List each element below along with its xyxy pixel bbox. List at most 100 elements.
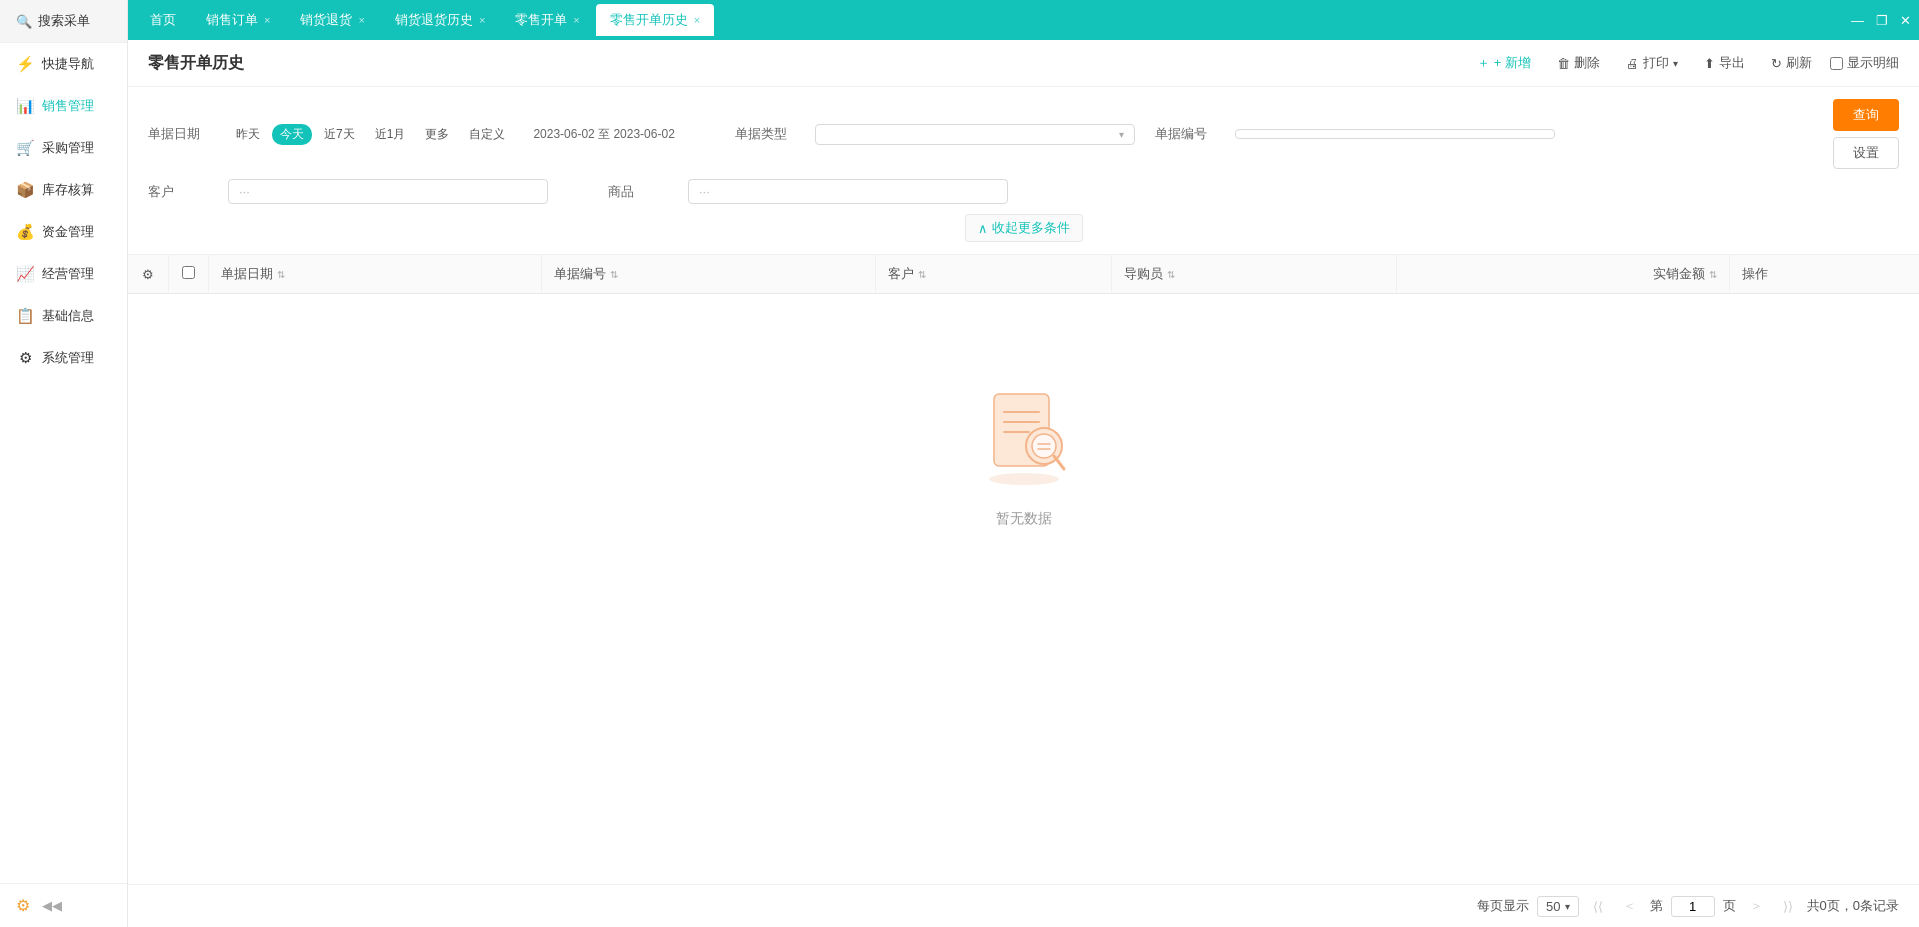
search-icon: 🔍 — [16, 14, 32, 29]
main-area: 首页 销售订单 × 销货退货 × 销货退货历史 × 零售开单 × 零售开单历史 × — ❐ ✕ 零售… — [128, 0, 1919, 927]
sidebar-label-operations: 经营管理 — [42, 265, 94, 283]
tab-label-retail-open-history: 零售开单历史 — [610, 11, 688, 29]
query-btns: 查询 设置 — [1833, 99, 1899, 169]
date-btn-more[interactable]: 更多 — [417, 124, 457, 145]
pagination-bar: 每页显示 50 ▾ ⟨⟨ ＜ 第 页 ＞ ⟩⟩ 共0页，0条记录 — [128, 884, 1919, 927]
display-cols-toggle[interactable]: 显示明细 — [1830, 54, 1899, 72]
minimize-btn[interactable]: — — [1851, 13, 1864, 28]
sidebar-item-base-info[interactable]: 📋 基础信息 — [0, 295, 127, 337]
settings-button[interactable]: 设置 — [1833, 137, 1899, 169]
page-number-input[interactable] — [1671, 896, 1715, 917]
restore-btn[interactable]: ❐ — [1876, 13, 1888, 28]
tab-label-retail-open: 零售开单 — [515, 11, 567, 29]
nav-tab-sales-return[interactable]: 销货退货 × — [286, 4, 378, 36]
tab-label-sales-order: 销售订单 — [206, 11, 258, 29]
sort-amount-icon: ⇅ — [1709, 269, 1717, 280]
th-checkbox[interactable] — [168, 255, 208, 294]
last-page-btn[interactable]: ⟩⟩ — [1777, 897, 1799, 916]
export-button[interactable]: ⬆ 导出 — [1696, 50, 1753, 76]
first-page-btn[interactable]: ⟨⟨ — [1587, 897, 1609, 916]
goods-label: 商品 — [608, 183, 668, 201]
delete-button[interactable]: 🗑 删除 — [1549, 50, 1608, 76]
nav-tab-retail-open[interactable]: 零售开单 × — [501, 4, 593, 36]
per-page-dropdown-icon: ▾ — [1565, 901, 1570, 912]
sort-docno[interactable]: 单据编号 ⇅ — [554, 265, 863, 283]
table-header-row: ⚙ 单据日期 ⇅ 单据编号 — [128, 255, 1919, 294]
sort-guide-icon: ⇅ — [1167, 269, 1175, 280]
collapse-sidebar-icon[interactable]: ◀◀ — [42, 898, 62, 913]
date-btn-last1month[interactable]: 近1月 — [367, 124, 414, 145]
tab-close-retail-open[interactable]: × — [573, 15, 579, 26]
sort-customer[interactable]: 客户 ⇅ — [888, 265, 1099, 283]
sort-date[interactable]: 单据日期 ⇅ — [221, 265, 530, 283]
sidebar-label-purchase-mgmt: 采购管理 — [42, 139, 94, 157]
filter-row-2: 客户 ··· 商品 ··· — [148, 179, 1899, 204]
collapse-up-icon: ∧ — [978, 221, 988, 236]
settings-bottom-icon[interactable]: ⚙ — [16, 896, 30, 915]
refresh-button[interactable]: ↻ 刷新 — [1763, 50, 1820, 76]
doc-type-dropdown-icon: ▾ — [1119, 129, 1124, 140]
tab-close-sales-order[interactable]: × — [264, 15, 270, 26]
sidebar-search-label: 搜索采单 — [38, 12, 90, 30]
page-header: 零售开单历史 ＋ + 新增 🗑 删除 🖨 打印 ▾ ⬆ 导出 — [128, 40, 1919, 87]
tab-close-retail-open-history[interactable]: × — [694, 15, 700, 26]
print-button[interactable]: 🖨 打印 ▾ — [1618, 50, 1686, 76]
tab-close-sales-return[interactable]: × — [358, 15, 364, 26]
doc-type-select[interactable]: ▾ — [815, 124, 1135, 145]
doc-no-input[interactable] — [1235, 129, 1555, 139]
print-dropdown-icon: ▾ — [1673, 58, 1678, 69]
tab-label-home: 首页 — [150, 11, 176, 29]
export-icon: ⬆ — [1704, 56, 1715, 71]
collapse-btn[interactable]: ∧ 收起更多条件 — [965, 214, 1083, 242]
nav-tab-sales-order[interactable]: 销售订单 × — [192, 4, 284, 36]
date-btn-yesterday[interactable]: 昨天 — [228, 124, 268, 145]
table-container: ⚙ 单据日期 ⇅ 单据编号 — [128, 255, 1919, 884]
close-window-btn[interactable]: ✕ — [1900, 13, 1911, 28]
refresh-icon: ↻ — [1771, 56, 1782, 71]
per-page-select[interactable]: 50 ▾ — [1537, 896, 1578, 917]
sidebar-item-sys-mgmt[interactable]: ⚙系统管理 — [0, 337, 127, 379]
display-cols-checkbox[interactable] — [1830, 57, 1843, 70]
th-settings[interactable]: ⚙ — [128, 255, 168, 294]
date-filter-btns: 昨天 今天 近7天 近1月 更多 自定义 — [228, 124, 513, 145]
sidebar-item-quick-nav[interactable]: ⚡快捷导航 — [0, 43, 127, 85]
svg-point-0 — [989, 473, 1059, 485]
nav-tab-home[interactable]: 首页 — [136, 4, 190, 36]
date-label: 单据日期 — [148, 125, 208, 143]
sidebar-icon-base-info: 📋 — [16, 307, 34, 325]
query-button[interactable]: 查询 — [1833, 99, 1899, 131]
sort-date-icon: ⇅ — [277, 269, 285, 280]
top-nav-right: — ❐ ✕ — [1851, 13, 1911, 28]
tab-close-sales-return-history[interactable]: × — [479, 15, 485, 26]
sidebar-item-operations[interactable]: 📈经营管理 — [0, 253, 127, 295]
sort-amount[interactable]: 实销金额 ⇅ — [1409, 265, 1718, 283]
customer-input[interactable]: ··· — [228, 179, 548, 204]
sidebar-bottom: ⚙ ◀◀ — [0, 883, 127, 927]
sidebar-item-purchase-mgmt[interactable]: 🛒采购管理 — [0, 127, 127, 169]
nav-tab-retail-open-history[interactable]: 零售开单历史 × — [596, 4, 714, 36]
settings-icon[interactable]: ⚙ — [142, 267, 154, 282]
sidebar-item-inventory[interactable]: 📦库存核算 — [0, 169, 127, 211]
prev-page-btn[interactable]: ＜ — [1617, 895, 1642, 917]
goods-input[interactable]: ··· — [688, 179, 1008, 204]
date-btn-last7[interactable]: 近7天 — [316, 124, 363, 145]
page-title: 零售开单历史 — [148, 53, 244, 74]
date-btn-custom[interactable]: 自定义 — [461, 124, 513, 145]
sidebar-item-finance[interactable]: 💰资金管理 — [0, 211, 127, 253]
sort-docno-icon: ⇅ — [610, 269, 618, 280]
svg-line-8 — [1054, 456, 1064, 469]
tab-label-sales-return-history: 销货退货历史 — [395, 11, 473, 29]
add-button[interactable]: ＋ + 新增 — [1469, 50, 1539, 76]
th-customer-label: 客户 — [888, 265, 914, 283]
sidebar-item-sales-mgmt[interactable]: 📊销售管理 — [0, 85, 127, 127]
sidebar-label-base-info: 基础信息 — [42, 307, 94, 325]
sidebar-search[interactable]: 🔍 搜索采单 — [0, 0, 127, 43]
sidebar-label-sales-mgmt: 销售管理 — [42, 97, 94, 115]
next-page-btn[interactable]: ＞ — [1744, 895, 1769, 917]
goods-placeholder: ··· — [699, 184, 710, 199]
date-btn-today[interactable]: 今天 — [272, 124, 312, 145]
sort-guide[interactable]: 导购员 ⇅ — [1124, 265, 1384, 283]
tab-label-sales-return: 销货退货 — [300, 11, 352, 29]
nav-tab-sales-return-history[interactable]: 销货退货历史 × — [381, 4, 499, 36]
select-all-checkbox[interactable] — [182, 266, 195, 279]
